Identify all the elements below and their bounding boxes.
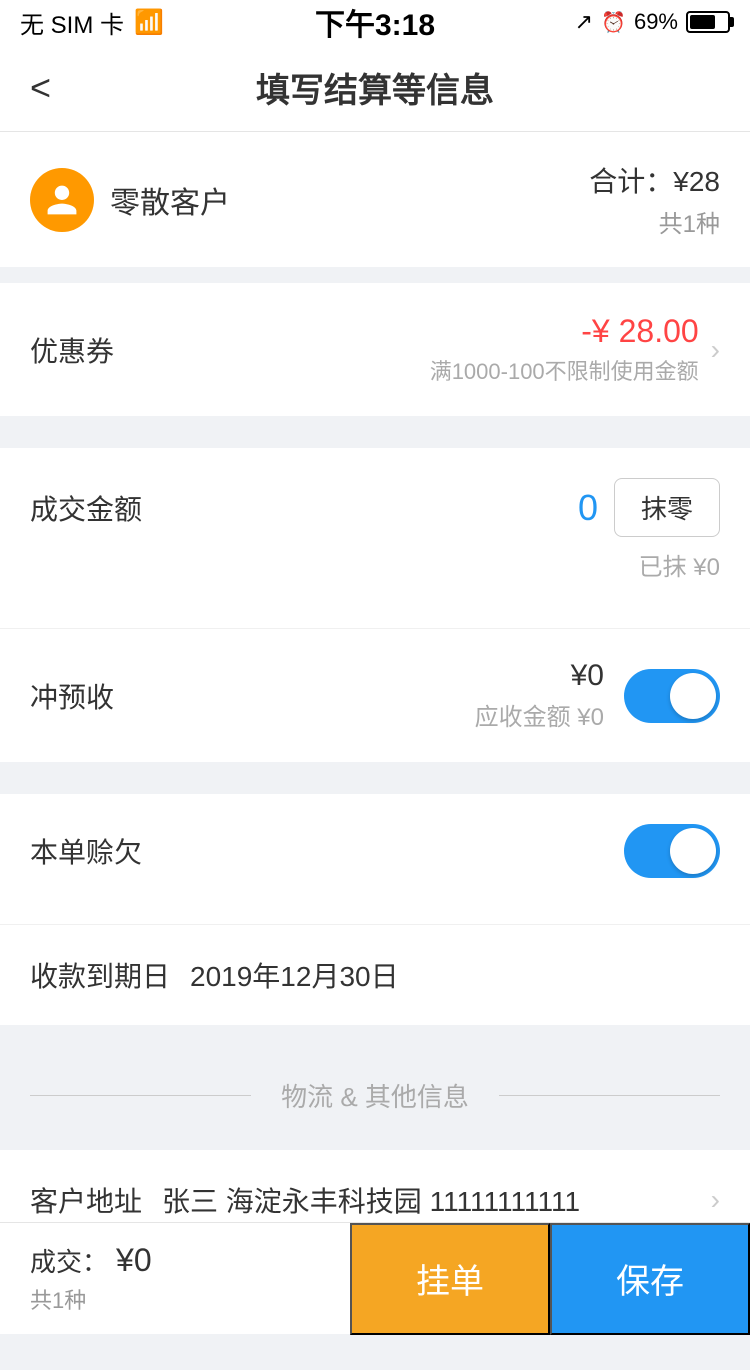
toggle-knob <box>670 673 716 719</box>
nav-bar: < 填写结算等信息 <box>0 44 750 132</box>
separator-2 <box>0 778 750 794</box>
status-bar: 无 SIM 卡 📶 下午3:18 ↗ ⏰ 69% <box>0 0 750 44</box>
save-button[interactable]: 保存 <box>550 1223 750 1335</box>
address-chevron-icon: › <box>711 1184 720 1216</box>
bottom-count: 共1种 <box>30 1283 350 1315</box>
logistics-label: 物流 & 其他信息 <box>281 1077 469 1114</box>
transaction-input-area: 0 抹零 <box>538 478 720 537</box>
address-label: 客户地址 <box>30 1180 142 1220</box>
separator-3 <box>0 1041 750 1057</box>
prepay-right: ¥0 应收金额 ¥0 <box>475 659 720 732</box>
deal-label: 成交： <box>30 1242 108 1279</box>
transaction-section: 成交金额 0 抹零 已抹 ¥0 <box>0 448 750 612</box>
round-button[interactable]: 抹零 <box>614 478 720 537</box>
user-icon <box>44 182 80 218</box>
logistics-divider: 物流 & 其他信息 <box>0 1057 750 1134</box>
transaction-label: 成交金额 <box>30 488 142 528</box>
prepay-receivable: 应收金额 ¥0 <box>475 697 604 732</box>
duedate-row: 收款到期日 2019年12月30日 <box>30 955 720 995</box>
coupon-right: -¥ 28.00 满1000-100不限制使用金额 › <box>430 313 720 386</box>
customer-count: 共1种 <box>589 204 720 239</box>
already-rounded-row: 已抹 ¥0 <box>30 547 720 582</box>
bottom-summary: 成交： ¥0 共1种 <box>0 1242 350 1315</box>
customer-left: 零散客户 <box>30 168 230 232</box>
coupon-desc: 满1000-100不限制使用金额 <box>430 354 699 386</box>
customer-name: 零散客户 <box>110 178 230 222</box>
content-area: 零散客户 合计：¥28 共1种 优惠券 -¥ 28.00 满1000-100不限… <box>0 132 750 1370</box>
transaction-prepay-section: 成交金额 0 抹零 已抹 ¥0 冲预收 ¥0 应收金额 ¥0 <box>0 448 750 762</box>
deal-amount: ¥0 <box>116 1242 152 1279</box>
divider-line-right <box>499 1095 720 1096</box>
wifi-icon: 📶 <box>134 8 164 37</box>
prepay-amount: ¥0 <box>475 659 604 693</box>
location-icon: ↗ <box>575 9 593 35</box>
transaction-amount[interactable]: 0 <box>538 487 598 529</box>
status-left: 无 SIM 卡 📶 <box>20 5 164 40</box>
divider-line-left <box>30 1095 251 1096</box>
debt-toggle-knob <box>670 828 716 874</box>
already-rounded-text: 已抹 ¥0 <box>639 554 720 581</box>
prepay-label: 冲预收 <box>30 676 114 716</box>
back-button[interactable]: < <box>30 67 51 109</box>
debt-row: 本单赊欠 <box>0 794 750 908</box>
battery-icon <box>686 11 730 33</box>
carrier-text: 无 SIM 卡 <box>20 5 124 40</box>
customer-section: 零散客户 合计：¥28 共1种 <box>0 132 750 267</box>
status-time: 下午3:18 <box>315 0 435 44</box>
pending-button[interactable]: 挂单 <box>350 1223 550 1335</box>
separator-1 <box>0 432 750 448</box>
coupon-value-container: -¥ 28.00 满1000-100不限制使用金额 <box>430 313 699 386</box>
coupon-amount: -¥ 28.00 <box>430 313 699 350</box>
bottom-bar: 成交： ¥0 共1种 挂单 保存 <box>0 1222 750 1334</box>
debt-section: 本单赊欠 收款到期日 2019年12月30日 <box>0 794 750 1025</box>
debt-toggle[interactable] <box>624 824 720 878</box>
prepay-values: ¥0 应收金额 ¥0 <box>475 659 604 732</box>
customer-total: 合计：¥28 <box>589 160 720 200</box>
customer-avatar <box>30 168 94 232</box>
coupon-chevron-icon: › <box>711 334 720 366</box>
alarm-icon: ⏰ <box>601 10 626 35</box>
customer-row: 零散客户 合计：¥28 共1种 <box>0 132 750 267</box>
prepay-row: 冲预收 ¥0 应收金额 ¥0 <box>30 659 720 732</box>
bottom-deal-row: 成交： ¥0 <box>30 1242 350 1279</box>
coupon-section[interactable]: 优惠券 -¥ 28.00 满1000-100不限制使用金额 › <box>0 283 750 416</box>
prepay-toggle[interactable] <box>624 669 720 723</box>
customer-summary: 合计：¥28 共1种 <box>589 160 720 239</box>
duedate-value[interactable]: 2019年12月30日 <box>190 955 399 995</box>
coupon-row[interactable]: 优惠券 -¥ 28.00 满1000-100不限制使用金额 › <box>0 283 750 416</box>
status-right: ↗ ⏰ 69% <box>575 9 730 35</box>
battery-text: 69% <box>634 9 678 35</box>
coupon-label: 优惠券 <box>30 330 114 370</box>
duedate-section: 收款到期日 2019年12月30日 <box>0 924 750 1025</box>
prepay-section: 冲预收 ¥0 应收金额 ¥0 <box>0 628 750 762</box>
transaction-row: 成交金额 0 抹零 <box>30 478 720 537</box>
page-title: 填写结算等信息 <box>256 63 494 112</box>
address-value: 张三 海淀永丰科技园 11111111111 <box>162 1180 701 1220</box>
duedate-label: 收款到期日 <box>30 955 170 995</box>
debt-label: 本单赊欠 <box>30 831 142 871</box>
